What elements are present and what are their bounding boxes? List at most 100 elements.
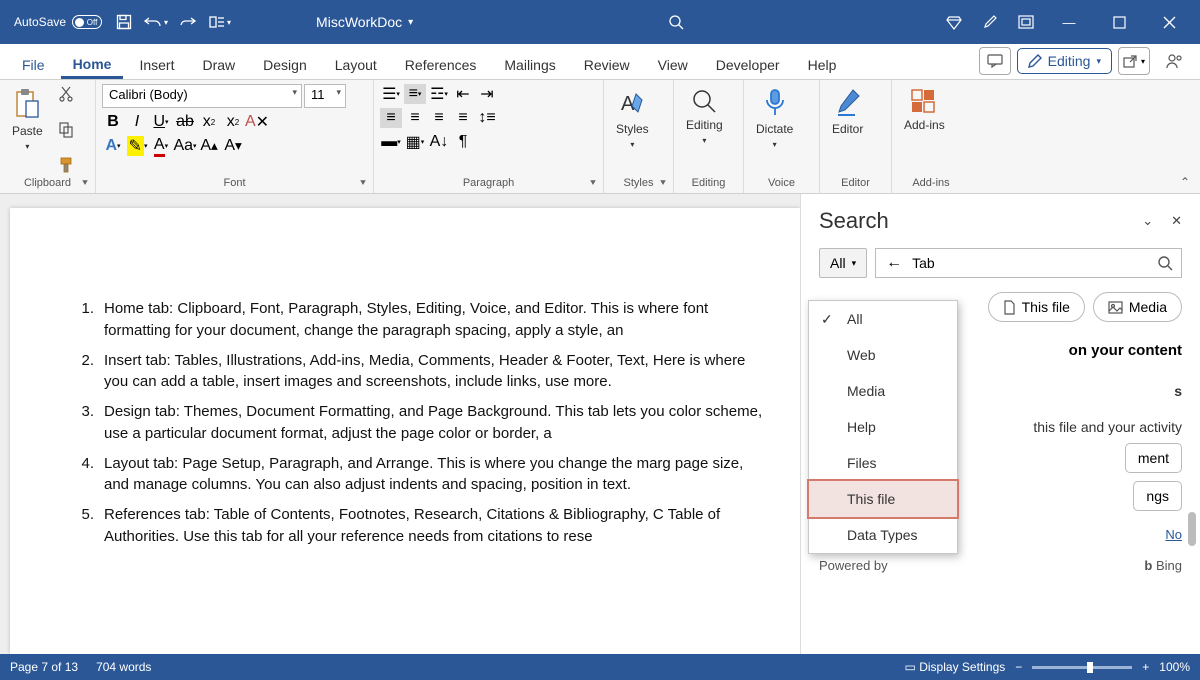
collapse-ribbon-icon[interactable]: ⌃ [1180,175,1190,189]
redo-icon[interactable] [176,10,200,34]
brush-icon[interactable] [978,10,1002,34]
minimize-button[interactable]: ― [1046,0,1092,44]
grow-font-icon[interactable]: A▴ [198,136,220,156]
font-launcher-icon[interactable]: ⯆ [359,178,367,189]
search-icon[interactable] [1158,256,1173,271]
editing-button[interactable]: Editing▾ [680,84,729,175]
align-center-icon[interactable]: ≡ [404,108,426,128]
text-effects-icon[interactable]: A▾ [102,136,124,156]
tab-references[interactable]: References [393,49,489,79]
copy-icon[interactable] [55,120,77,140]
tab-view[interactable]: View [646,49,700,79]
italic-button[interactable]: I [126,112,148,132]
styles-button[interactable]: AStyles▾ [610,84,655,175]
pane-chevron-icon[interactable]: ⌄ [1142,213,1153,229]
status-words[interactable]: 704 words [96,660,151,674]
tab-design[interactable]: Design [251,49,319,79]
bold-button[interactable]: B [102,112,124,132]
status-page[interactable]: Page 7 of 13 [10,660,78,674]
search-filter-button[interactable]: All▾ [819,248,867,278]
share-button[interactable]: ▾ [1118,47,1150,75]
clipboard-launcher-icon[interactable]: ⯆ [81,178,89,189]
sort-icon[interactable]: A↓ [428,132,450,152]
zoom-out-icon[interactable]: − [1015,660,1022,674]
styles-launcher-icon[interactable]: ⯆ [659,178,667,189]
titlebar-search-icon[interactable] [664,10,688,34]
shading-icon[interactable]: ▬▾ [380,132,402,152]
undo-icon[interactable]: ▾ [144,10,168,34]
diamond-icon[interactable] [942,10,966,34]
font-name-combo[interactable]: Calibri (Body) [102,84,302,108]
window-icon[interactable] [1014,10,1038,34]
tab-insert[interactable]: Insert [127,49,186,79]
display-settings[interactable]: ▭ Display Settings [905,660,1006,674]
search-input[interactable] [908,249,1158,277]
suggestion-chip[interactable]: ngs [1133,481,1182,511]
suggestion-chip[interactable]: ment [1125,443,1182,473]
underline-button[interactable]: U▾ [150,112,172,132]
change-case-icon[interactable]: Aa▾ [174,136,196,156]
dropdown-item-files[interactable]: Files [809,445,957,481]
search-box[interactable]: ← [875,248,1182,278]
pill-media[interactable]: Media [1093,292,1182,322]
align-left-icon[interactable]: ≡ [380,108,402,128]
dropdown-item-media[interactable]: Media [809,373,957,409]
autosave-toggle[interactable]: Off [72,15,102,29]
borders-icon[interactable]: ▦▾ [404,132,426,152]
maximize-button[interactable] [1096,0,1142,44]
subscript-button[interactable]: x2 [198,112,220,132]
paragraph-launcher-icon[interactable]: ⯆ [589,178,597,189]
paste-button[interactable]: Paste▾ [6,84,49,175]
account-icon[interactable] [1162,49,1186,73]
multilevel-icon[interactable]: ☲▾ [428,84,450,104]
tab-help[interactable]: Help [796,49,849,79]
editor-button[interactable]: Editor [826,84,869,175]
tab-file[interactable]: File [10,49,57,79]
align-right-icon[interactable]: ≡ [428,108,450,128]
comments-button[interactable] [979,47,1011,75]
cut-icon[interactable] [55,84,77,104]
save-icon[interactable] [112,10,136,34]
dropdown-item-all[interactable]: All [809,301,957,337]
format-painter-icon[interactable] [55,155,77,175]
show-marks-icon[interactable]: ¶ [452,132,474,152]
zoom-value[interactable]: 100% [1159,660,1190,674]
pane-scrollbar[interactable] [1188,512,1196,546]
addins-button[interactable]: Add-ins [898,84,951,175]
autosave[interactable]: AutoSave Off [8,15,108,29]
editing-mode-button[interactable]: Editing▾ [1017,48,1112,74]
tab-review[interactable]: Review [572,49,642,79]
back-icon[interactable]: ← [884,254,908,272]
zoom-slider[interactable] [1032,666,1132,669]
pane-close-icon[interactable]: ✕ [1171,213,1182,229]
font-color-icon[interactable]: A▾ [150,136,172,156]
justify-icon[interactable]: ≡ [452,108,474,128]
tab-developer[interactable]: Developer [704,49,792,79]
increase-indent-icon[interactable]: ⇥ [476,84,498,104]
zoom-in-icon[interactable]: + [1142,660,1149,674]
font-size-combo[interactable]: 11 [304,84,346,108]
tab-layout[interactable]: Layout [323,49,389,79]
bullets-icon[interactable]: ☰▾ [380,84,402,104]
document-area[interactable]: 1.Home tab: Clipboard, Font, Paragraph, … [0,194,800,654]
strike-button[interactable]: ab [174,112,196,132]
dictate-button[interactable]: Dictate▾ [750,84,799,175]
doc-title[interactable]: MiscWorkDoc▾ [316,14,413,30]
dropdown-item-thisfile[interactable]: This file [809,481,957,517]
close-button[interactable] [1146,0,1192,44]
tab-home[interactable]: Home [61,48,124,79]
shrink-font-icon[interactable]: A▾ [222,136,244,156]
line-spacing-icon[interactable]: ↕≡ [476,108,498,128]
numbering-icon[interactable]: ≡▾ [404,84,426,104]
pill-this-file[interactable]: This file [988,292,1085,322]
clear-format-icon[interactable]: A✕ [246,112,268,132]
superscript-button[interactable]: x2 [222,112,244,132]
tab-draw[interactable]: Draw [190,49,247,79]
highlight-icon[interactable]: ✎▾ [126,136,148,156]
dropdown-item-help[interactable]: Help [809,409,957,445]
tab-mailings[interactable]: Mailings [492,49,567,79]
qat-icon[interactable]: ▾ [208,10,232,34]
dropdown-item-web[interactable]: Web [809,337,957,373]
decrease-indent-icon[interactable]: ⇤ [452,84,474,104]
dropdown-item-datatypes[interactable]: Data Types [809,517,957,553]
